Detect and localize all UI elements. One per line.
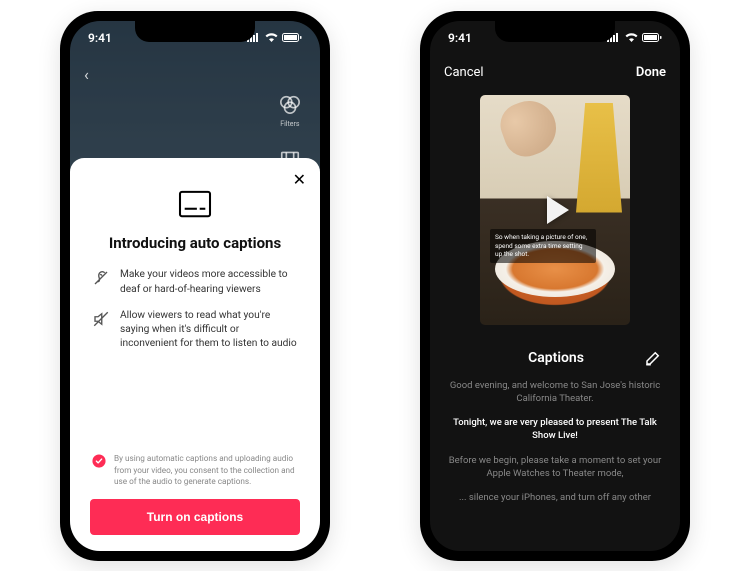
status-time: 9:41 (448, 31, 472, 45)
caption-line[interactable]: Tonight, we are very pleased to present … (448, 416, 662, 443)
wifi-icon (625, 33, 638, 42)
signal-icon (607, 33, 621, 42)
cancel-button[interactable]: Cancel (444, 65, 484, 80)
sheet-title: Introducing auto captions (90, 234, 300, 252)
turn-on-captions-button[interactable]: Turn on captions (90, 499, 300, 535)
feature-row: Allow viewers to read what you're saying… (90, 309, 300, 352)
done-button[interactable]: Done (636, 65, 666, 80)
caption-lines-list[interactable]: Good evening, and welcome to San Jose's … (448, 379, 662, 505)
status-bar: 9:41 (70, 21, 320, 55)
signal-icon (247, 33, 261, 42)
captions-header: Captions (448, 349, 662, 367)
back-button[interactable]: ‹ (84, 65, 89, 84)
feature-row: Make your videos more accessible to deaf… (90, 268, 300, 297)
captions-icon (176, 190, 214, 220)
video-caption-overlay: So when taking a picture of one, spend s… (490, 229, 596, 262)
wifi-icon (265, 33, 278, 42)
captions-section: Captions Good evening, and welcome to Sa… (430, 337, 680, 551)
caption-line[interactable]: ... silence your iPhones, and turn off a… (448, 491, 662, 504)
captions-title: Captions (508, 350, 584, 366)
caption-line[interactable]: Before we begin, please take a moment to… (448, 454, 662, 481)
status-bar: 9:41 (430, 21, 680, 55)
battery-icon (282, 33, 302, 42)
mute-icon (92, 310, 110, 352)
phone-left: 9:41 ‹ Filters Adjust clips ✕ (60, 11, 330, 561)
status-indicators (607, 33, 662, 42)
consent-row: By using automatic captions and uploadin… (90, 454, 300, 498)
side-label: Filters (280, 120, 299, 128)
feature-text: Allow viewers to read what you're saying… (120, 309, 298, 352)
check-icon (92, 454, 106, 468)
screen-left: 9:41 ‹ Filters Adjust clips ✕ (70, 21, 320, 551)
phone-right: 9:41 Cancel Done So when taking a pictur… (420, 11, 690, 561)
close-button[interactable]: ✕ (293, 170, 306, 189)
intro-sheet: ✕ Introducing auto captions Make your vi… (70, 158, 320, 550)
status-indicators (247, 33, 302, 42)
ear-icon (92, 269, 110, 297)
edit-icon[interactable] (644, 349, 662, 367)
play-icon[interactable] (547, 196, 569, 224)
side-item-filters[interactable]: Filters (277, 91, 303, 128)
filters-icon (277, 91, 303, 117)
caption-line[interactable]: Good evening, and welcome to San Jose's … (448, 379, 662, 406)
battery-icon (642, 33, 662, 42)
consent-text: By using automatic captions and uploadin… (114, 454, 298, 488)
video-preview[interactable]: So when taking a picture of one, spend s… (480, 95, 630, 325)
feature-text: Make your videos more accessible to deaf… (120, 268, 298, 297)
screen-right: 9:41 Cancel Done So when taking a pictur… (430, 21, 680, 551)
top-bar: Cancel Done (430, 55, 680, 91)
status-time: 9:41 (88, 31, 112, 45)
